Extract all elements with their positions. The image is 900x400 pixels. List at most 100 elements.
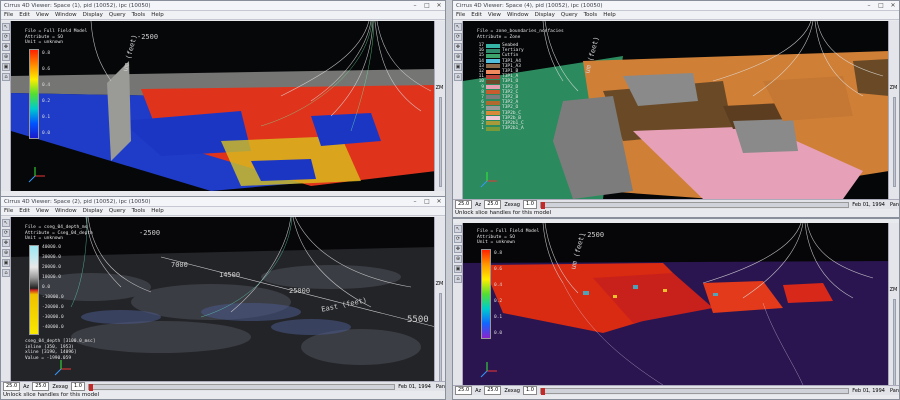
select-tool-icon[interactable]: ▣ <box>454 63 462 71</box>
zoom-tool-icon[interactable]: ⊕ <box>2 249 10 257</box>
3d-viewport[interactable]: File = Full Field Model Attribute = SO U… <box>463 223 889 385</box>
select-tool-icon[interactable]: ▣ <box>454 265 462 273</box>
menu-query[interactable]: Query <box>109 12 126 18</box>
zoom-slider[interactable] <box>893 97 896 187</box>
menu-display[interactable]: Display <box>83 208 103 214</box>
azimuth-value-field[interactable]: 25.0 <box>484 200 502 209</box>
azimuth-value-field[interactable]: 25.0 <box>32 382 50 391</box>
legend-line: Unit = unknown <box>25 40 63 45</box>
minimize-icon[interactable]: – <box>409 1 421 11</box>
pan-tool-icon[interactable]: ✥ <box>2 239 10 247</box>
close-icon[interactable]: ✕ <box>433 1 445 11</box>
home-view-icon[interactable]: ⌂ <box>2 73 10 81</box>
time-slider[interactable] <box>87 383 396 391</box>
menu-file[interactable]: File <box>4 208 13 214</box>
azimuth-field[interactable]: 25.0 <box>455 386 473 395</box>
menu-help[interactable]: Help <box>151 12 164 18</box>
right-toolbar: ZM <box>888 223 899 389</box>
axis-label: 14500 <box>219 271 241 279</box>
select-tool-icon[interactable]: ▣ <box>2 63 10 71</box>
rotate-tool-icon[interactable]: ⟳ <box>2 229 10 237</box>
menu-window[interactable]: Window <box>507 12 529 18</box>
azimuth-field[interactable]: 25.0 <box>455 200 473 209</box>
home-view-icon[interactable]: ⌂ <box>2 269 10 277</box>
time-slider-thumb[interactable] <box>88 383 93 391</box>
menu-edit[interactable]: Edit <box>471 12 482 18</box>
colorbar-tick: 0.4 <box>494 283 503 288</box>
menu-edit[interactable]: Edit <box>19 12 30 18</box>
zone-number: 1 <box>481 126 484 132</box>
rotate-tool-icon[interactable]: ⟳ <box>454 33 462 41</box>
zone-name: T3P2b1_A <box>502 126 524 132</box>
menu-file[interactable]: File <box>4 12 13 18</box>
zexag-field[interactable]: 1.0 <box>522 386 537 395</box>
orientation-axes-icon <box>28 167 45 183</box>
menu-tools[interactable]: Tools <box>132 12 146 18</box>
maximize-icon[interactable]: □ <box>421 197 433 207</box>
rotate-tool-icon[interactable]: ⟳ <box>454 235 462 243</box>
azimuth-field[interactable]: 25.0 <box>3 382 21 391</box>
menu-help[interactable]: Help <box>151 208 164 214</box>
menu-query[interactable]: Query <box>109 208 126 214</box>
zexag-field[interactable]: 1.0 <box>522 200 537 209</box>
pointer-tool-icon[interactable]: ↖ <box>454 23 462 31</box>
time-slider[interactable] <box>539 387 850 395</box>
menu-file[interactable]: File <box>456 12 465 18</box>
menu-tools[interactable]: Tools <box>584 12 598 18</box>
zone-swatch <box>486 95 500 100</box>
maximize-icon[interactable]: □ <box>875 1 887 11</box>
colorbar-tick: 0.1 <box>42 115 51 120</box>
menu-edit[interactable]: Edit <box>19 208 30 214</box>
left-toolbar: ↖ ⟳ ✥ ⊕ ▣ ⌂ <box>453 21 463 199</box>
colorbar-tick: 0.0 <box>494 331 503 336</box>
zoom-tool-icon[interactable]: ⊕ <box>454 255 462 263</box>
pointer-tool-icon[interactable]: ↖ <box>454 225 462 233</box>
zoom-label: ZM <box>889 85 898 91</box>
menu-view[interactable]: View <box>36 12 49 18</box>
status-message: Unlock slice handles for this model <box>455 210 552 216</box>
zoom-slider[interactable] <box>893 299 896 389</box>
window-title: Cirrus 4D Viewer: Space (4), pid (10052)… <box>456 2 603 9</box>
model-legend: File = Full Field Model Attribute = SO U… <box>477 229 539 246</box>
minimize-icon[interactable]: – <box>409 197 421 207</box>
menu-display[interactable]: Display <box>535 12 555 18</box>
menu-view[interactable]: View <box>36 208 49 214</box>
colorbar-tick: -10000.0 <box>42 295 64 300</box>
pointer-tool-icon[interactable]: ↖ <box>2 219 10 227</box>
zexag-field[interactable]: 1.0 <box>70 382 85 391</box>
azimuth-label: Az <box>23 383 30 390</box>
legend-line: File = cseg_04_depth_ms <box>25 225 88 230</box>
menu-window[interactable]: Window <box>55 208 77 214</box>
pointer-tool-icon[interactable]: ↖ <box>2 23 10 31</box>
time-slider-thumb[interactable] <box>540 201 545 209</box>
home-view-icon[interactable]: ⌂ <box>454 73 462 81</box>
pan-tool-icon[interactable]: ✥ <box>454 43 462 51</box>
zoom-tool-icon[interactable]: ⊕ <box>2 53 10 61</box>
zoom-slider[interactable] <box>439 293 442 383</box>
close-icon[interactable]: ✕ <box>433 197 445 207</box>
home-view-icon[interactable]: ⌂ <box>454 275 462 283</box>
3d-viewport[interactable]: File = cseg_04_depth_ms Attribute = Cseg… <box>11 217 436 381</box>
pan-tool-icon[interactable]: ✥ <box>454 245 462 253</box>
menu-tools[interactable]: Tools <box>132 208 146 214</box>
menu-view[interactable]: View <box>488 12 501 18</box>
zoom-tool-icon[interactable]: ⊕ <box>454 53 462 61</box>
menu-display[interactable]: Display <box>83 12 103 18</box>
pan-tool-icon[interactable]: ✥ <box>2 43 10 51</box>
colorbar-tick: 20000.0 <box>42 265 61 270</box>
3d-viewport[interactable]: File = zone_boundaries_nonfacies Attribu… <box>463 21 889 199</box>
minimize-icon[interactable]: – <box>863 1 875 11</box>
time-slider-thumb[interactable] <box>540 387 545 395</box>
rotate-tool-icon[interactable]: ⟳ <box>2 33 10 41</box>
3d-viewport[interactable]: File = Full Field Model Attribute = SO U… <box>11 21 436 191</box>
select-tool-icon[interactable]: ▣ <box>2 259 10 267</box>
maximize-icon[interactable]: □ <box>421 1 433 11</box>
time-slider[interactable] <box>539 201 850 209</box>
azimuth-value-field[interactable]: 25.0 <box>484 386 502 395</box>
close-icon[interactable]: ✕ <box>887 1 899 11</box>
menu-window[interactable]: Window <box>55 12 77 18</box>
azimuth-label: Az <box>475 201 482 208</box>
zoom-slider[interactable] <box>439 97 442 187</box>
menu-query[interactable]: Query <box>561 12 578 18</box>
menu-help[interactable]: Help <box>603 12 616 18</box>
